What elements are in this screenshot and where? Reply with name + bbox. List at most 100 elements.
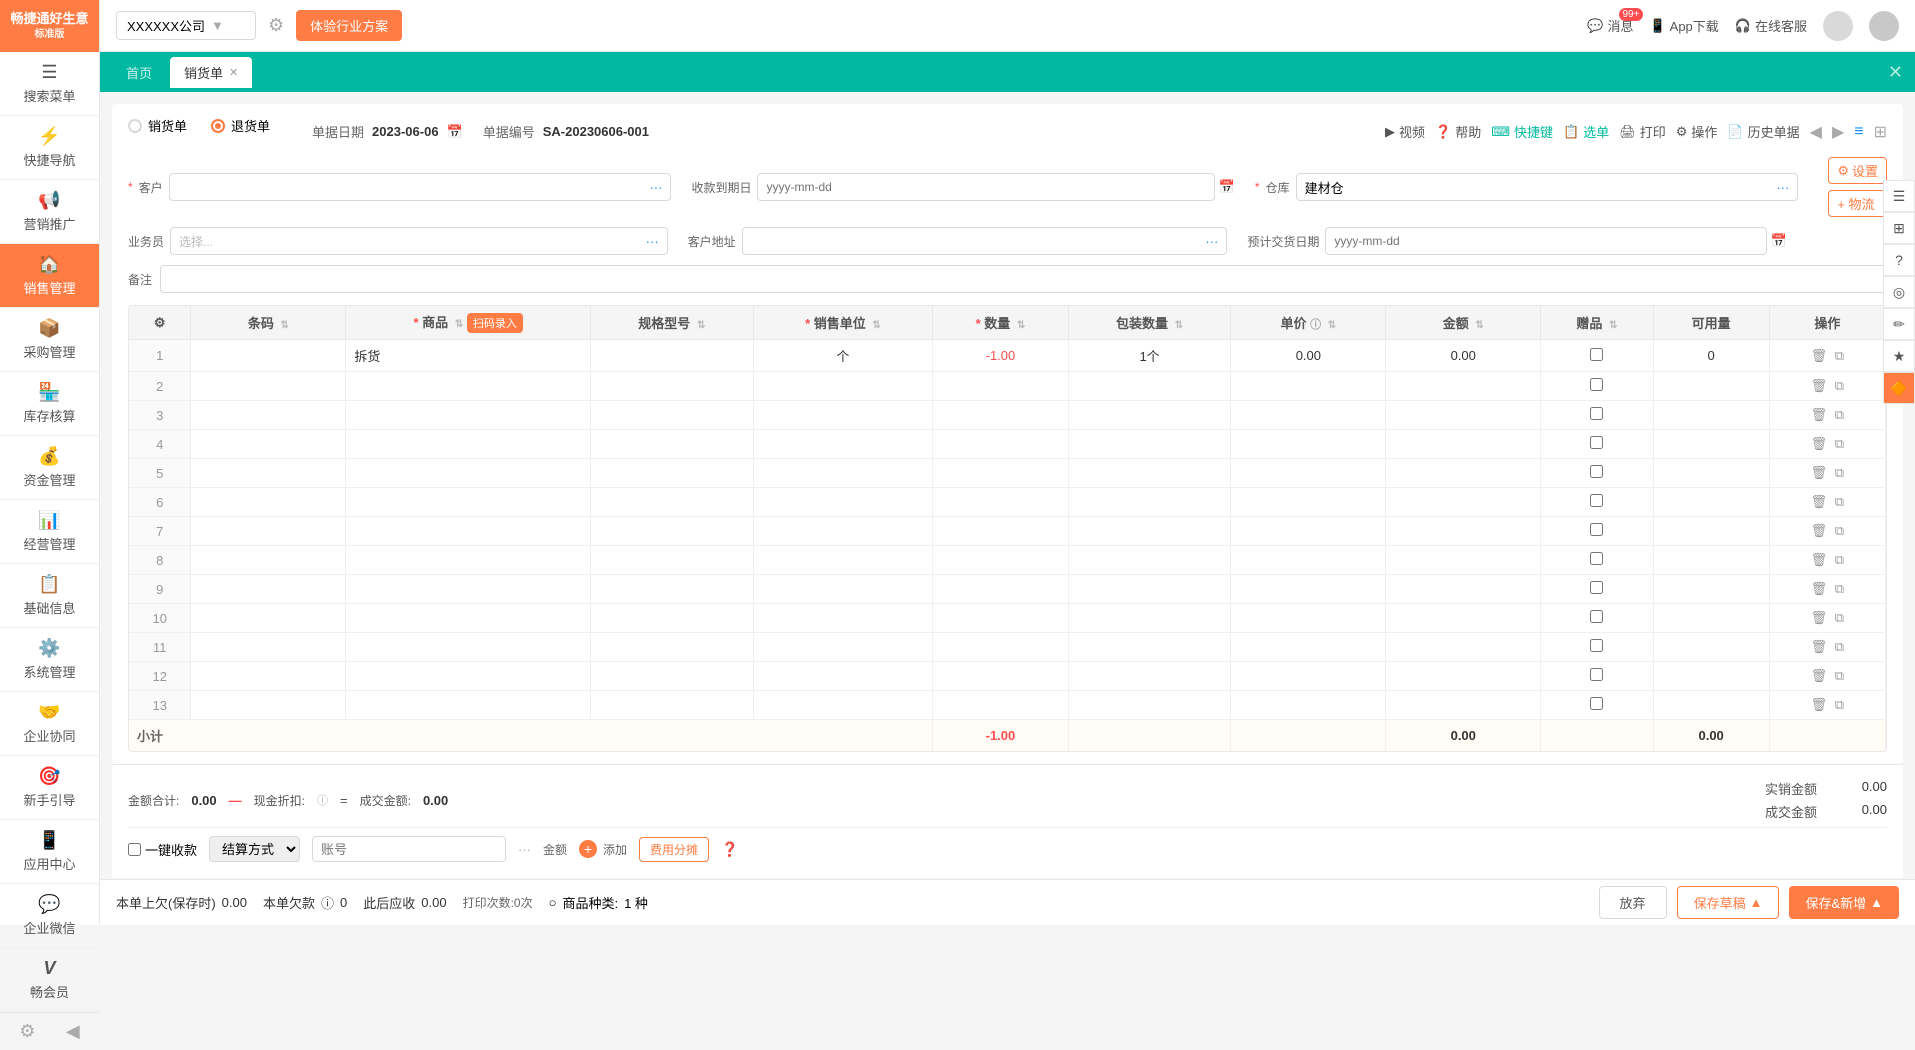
cell-gift-3[interactable] xyxy=(1541,401,1653,430)
logistics-btn[interactable]: + 物流 xyxy=(1828,190,1887,217)
save-draft-btn[interactable]: 保存草稿 ▲ xyxy=(1677,886,1780,919)
sidebar-item-wechat[interactable]: 💬 企业微信 xyxy=(0,884,99,948)
warehouse-input[interactable]: 建材仓 ··· xyxy=(1296,173,1799,201)
cell-gift-2[interactable] xyxy=(1541,372,1653,401)
cell-settings-4[interactable]: 4 xyxy=(129,430,191,459)
th-spec[interactable]: 规格型号 ⇅ xyxy=(590,306,753,340)
cell-unit-1[interactable]: 个 xyxy=(753,340,933,372)
th-unit[interactable]: * 销售单位 ⇅ xyxy=(753,306,933,340)
cell-settings-2[interactable]: 2 xyxy=(129,372,191,401)
th-avail[interactable]: 可用量 xyxy=(1653,306,1769,340)
delete-icon-5[interactable]: 🗑 xyxy=(1811,465,1828,480)
video-btn[interactable]: ▶ 视频 xyxy=(1385,122,1425,141)
delete-icon-4[interactable]: 🗑 xyxy=(1811,436,1828,451)
payment-date-input[interactable] xyxy=(757,173,1214,201)
delete-icon-9[interactable]: 🗑 xyxy=(1811,581,1828,596)
cell-pkg-12[interactable] xyxy=(1068,662,1231,691)
cell-amount-13[interactable] xyxy=(1386,691,1541,720)
cell-amount-1[interactable]: 0.00 xyxy=(1386,340,1541,372)
cell-gift-4[interactable] xyxy=(1541,430,1653,459)
cell-product-6[interactable] xyxy=(346,488,591,517)
copy-icon-5[interactable]: ⧉ xyxy=(1835,465,1844,480)
sidebar-item-collab[interactable]: 🤝 企业协同 xyxy=(0,692,99,756)
trial-button[interactable]: 体验行业方案 xyxy=(296,10,402,41)
cell-product-9[interactable] xyxy=(346,575,591,604)
cell-pkg-5[interactable] xyxy=(1068,459,1231,488)
delete-icon-1[interactable]: 🗑 xyxy=(1811,348,1828,363)
cell-barcode-8[interactable] xyxy=(191,546,346,575)
cell-spec-9[interactable] xyxy=(590,575,753,604)
cell-settings-7[interactable]: 7 xyxy=(129,517,191,546)
tab-home[interactable]: 首页 xyxy=(112,57,166,88)
view-list-icon[interactable]: ≡ xyxy=(1854,123,1863,141)
cell-spec-4[interactable] xyxy=(590,430,753,459)
copy-icon-1[interactable]: ⧉ xyxy=(1835,348,1844,363)
customer-input[interactable]: ··· xyxy=(169,173,672,201)
delete-icon-2[interactable]: 🗑 xyxy=(1811,378,1828,393)
cell-gift-11[interactable] xyxy=(1541,633,1653,662)
scan-btn[interactable]: 扫码录入 xyxy=(467,313,523,333)
cell-pkg-8[interactable] xyxy=(1068,546,1231,575)
cell-settings-10[interactable]: 10 xyxy=(129,604,191,633)
cell-product-4[interactable] xyxy=(346,430,591,459)
online-service-btn[interactable]: 🎧 在线客服 xyxy=(1735,16,1807,35)
cell-qty-12[interactable] xyxy=(933,662,1069,691)
cell-settings-1[interactable]: 1 xyxy=(129,340,191,372)
cell-qty-4[interactable] xyxy=(933,430,1069,459)
cell-barcode-10[interactable] xyxy=(191,604,346,633)
delete-icon-12[interactable]: 🗑 xyxy=(1811,668,1828,683)
cell-pkg-11[interactable] xyxy=(1068,633,1231,662)
cell-gift-9[interactable] xyxy=(1541,575,1653,604)
cell-unit-3[interactable] xyxy=(753,401,933,430)
cell-amount-2[interactable] xyxy=(1386,372,1541,401)
cell-product-10[interactable] xyxy=(346,604,591,633)
cell-qty-3[interactable] xyxy=(933,401,1069,430)
cell-amount-11[interactable] xyxy=(1386,633,1541,662)
tab-sales-order[interactable]: 销货单 ✕ xyxy=(170,57,252,88)
cell-spec-1[interactable] xyxy=(590,340,753,372)
cell-barcode-12[interactable] xyxy=(191,662,346,691)
remark-input[interactable] xyxy=(160,265,1887,293)
sidebar-item-search[interactable]: ☰ 搜索菜单 xyxy=(0,52,99,116)
cell-spec-5[interactable] xyxy=(590,459,753,488)
select-btn[interactable]: 📋 选单 xyxy=(1563,122,1609,141)
cell-price-9[interactable] xyxy=(1231,575,1386,604)
copy-icon-12[interactable]: ⧉ xyxy=(1835,668,1844,683)
sidebar-item-marketing[interactable]: 📢 营销推广 xyxy=(0,180,99,244)
expected-cal-icon[interactable]: 📅 xyxy=(1771,233,1787,249)
cell-price-10[interactable] xyxy=(1231,604,1386,633)
cell-unit-6[interactable] xyxy=(753,488,933,517)
cell-pkg-7[interactable] xyxy=(1068,517,1231,546)
cell-amount-10[interactable] xyxy=(1386,604,1541,633)
cell-barcode-11[interactable] xyxy=(191,633,346,662)
cell-product-13[interactable] xyxy=(346,691,591,720)
one-click-pay-check[interactable] xyxy=(128,843,141,856)
cell-amount-12[interactable] xyxy=(1386,662,1541,691)
one-click-pay-checkbox[interactable]: 一键收款 xyxy=(128,840,197,859)
sidebar-settings-icon[interactable]: ⚙ xyxy=(19,1021,35,1042)
cell-spec-11[interactable] xyxy=(590,633,753,662)
expected-date-input[interactable] xyxy=(1325,227,1766,255)
close-page-icon[interactable]: ✕ xyxy=(1888,62,1903,83)
salesperson-dots[interactable]: ··· xyxy=(646,234,659,249)
copy-icon-10[interactable]: ⧉ xyxy=(1835,610,1844,625)
cell-gift-5[interactable] xyxy=(1541,459,1653,488)
cell-spec-12[interactable] xyxy=(590,662,753,691)
cell-spec-2[interactable] xyxy=(590,372,753,401)
cell-product-2[interactable] xyxy=(346,372,591,401)
cell-product-8[interactable] xyxy=(346,546,591,575)
cell-unit-9[interactable] xyxy=(753,575,933,604)
copy-icon-7[interactable]: ⧉ xyxy=(1835,523,1844,538)
salesperson-input[interactable]: 选择... ··· xyxy=(170,227,668,255)
cell-barcode-2[interactable] xyxy=(191,372,346,401)
cell-price-5[interactable] xyxy=(1231,459,1386,488)
cell-price-8[interactable] xyxy=(1231,546,1386,575)
print-btn[interactable]: 🖨 打印 xyxy=(1619,122,1666,141)
cell-gift-7[interactable] xyxy=(1541,517,1653,546)
cell-barcode-5[interactable] xyxy=(191,459,346,488)
nav-next-icon[interactable]: ▶ xyxy=(1832,122,1844,142)
customer-addr-input[interactable]: ··· xyxy=(742,227,1228,255)
cell-qty-6[interactable] xyxy=(933,488,1069,517)
gift-check-9[interactable] xyxy=(1590,581,1603,594)
th-pkg[interactable]: 包装数量 ⇅ xyxy=(1068,306,1231,340)
